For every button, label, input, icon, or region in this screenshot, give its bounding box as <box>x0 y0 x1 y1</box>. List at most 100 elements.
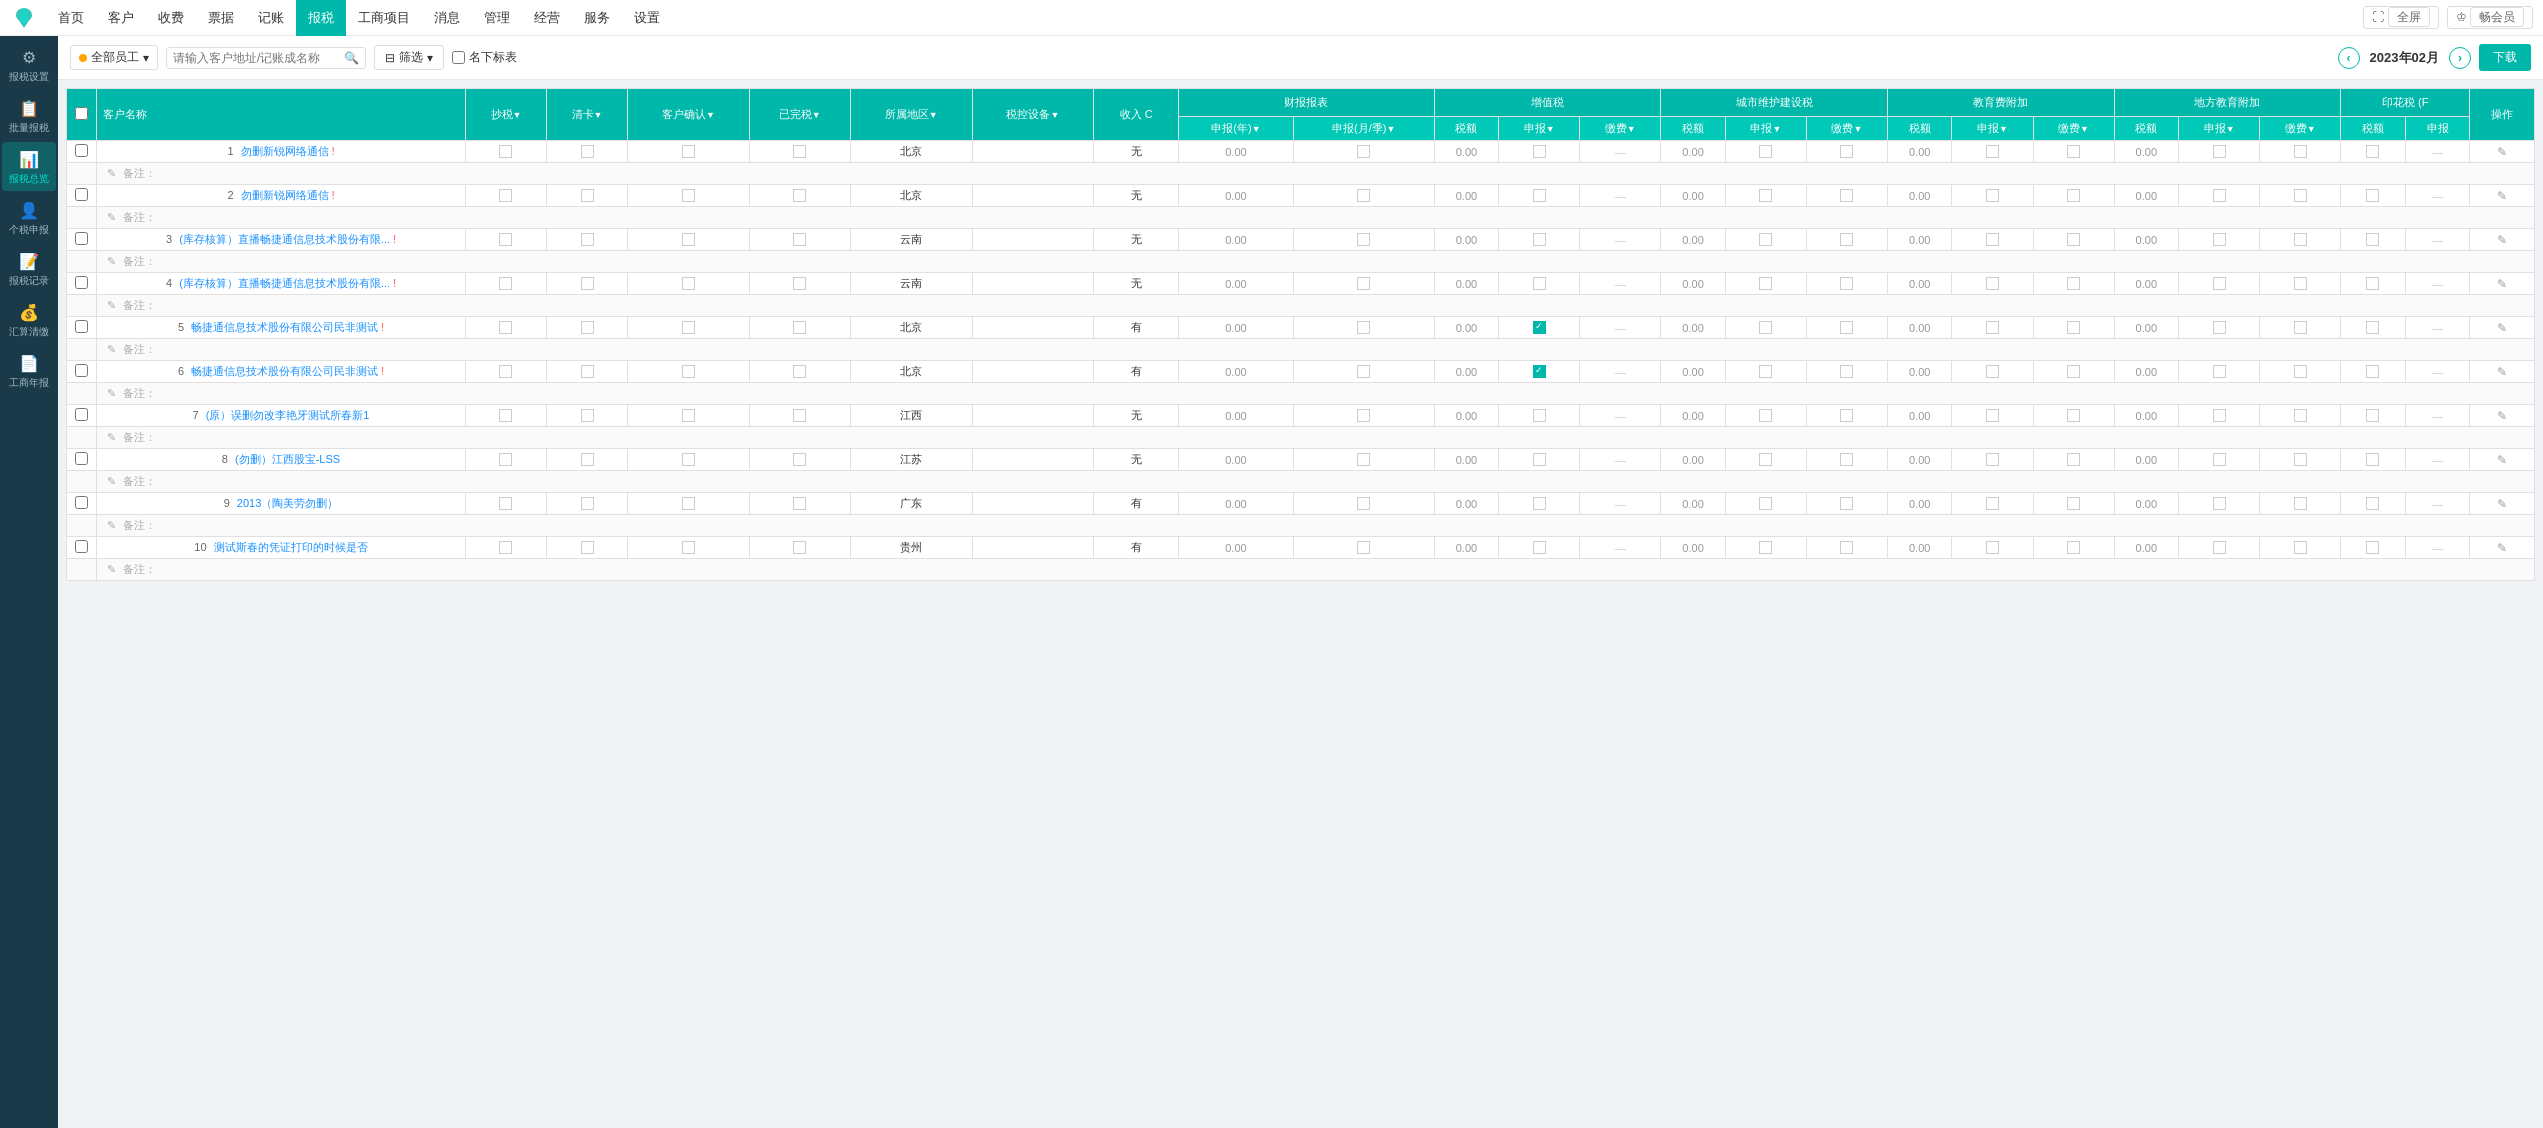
local-edu-declare-cb[interactable] <box>2213 453 2226 466</box>
tax-paid-checkbox[interactable] <box>793 365 806 378</box>
tax-paid-checkbox[interactable] <box>793 409 806 422</box>
edu-declare-cb[interactable] <box>1986 321 1999 334</box>
row-checkbox-1[interactable] <box>75 188 88 201</box>
edu-pay-cb[interactable] <box>2067 233 2080 246</box>
row-checkbox-6[interactable] <box>75 408 88 421</box>
city-pay-cb[interactable] <box>1840 145 1853 158</box>
stamp-amount-cb[interactable] <box>2366 145 2379 158</box>
customer-link[interactable]: (库存核算）直播畅捷通信息技术股份有限... <box>179 233 390 245</box>
note-edit-icon[interactable]: ✎ <box>107 519 116 531</box>
nav-customer[interactable]: 客户 <box>96 0 146 36</box>
edu-pay-cb[interactable] <box>2067 189 2080 202</box>
edit-icon[interactable]: ✎ <box>2497 321 2507 335</box>
edit-icon[interactable]: ✎ <box>2497 145 2507 159</box>
edit-icon[interactable]: ✎ <box>2497 277 2507 291</box>
local-edu-declare-cb[interactable] <box>2213 145 2226 158</box>
city-declare-cb[interactable] <box>1759 453 1772 466</box>
stamp-amount-cb[interactable] <box>2366 321 2379 334</box>
local-edu-pay-cb[interactable] <box>2294 453 2307 466</box>
fin-month-cb[interactable] <box>1357 233 1370 246</box>
clear-card-checkbox[interactable] <box>581 497 594 510</box>
local-edu-pay-cb[interactable] <box>2294 497 2307 510</box>
edit-icon[interactable]: ✎ <box>2497 541 2507 555</box>
edit-icon[interactable]: ✎ <box>2497 365 2507 379</box>
vat-declare-cb[interactable] <box>1533 409 1546 422</box>
city-declare-cb[interactable] <box>1759 409 1772 422</box>
row-checkbox-0[interactable] <box>75 144 88 157</box>
nav-management[interactable]: 管理 <box>472 0 522 36</box>
vat-declare-cb[interactable] <box>1533 453 1546 466</box>
clear-card-checkbox[interactable] <box>581 365 594 378</box>
customer-link[interactable]: 测试斯春的凭证打印的时候是否 <box>214 541 368 553</box>
customer-link[interactable]: 畅捷通信息技术股份有限公司民非测试 <box>191 321 378 333</box>
copy-tax-checkbox[interactable] <box>499 145 512 158</box>
stamp-amount-cb[interactable] <box>2366 409 2379 422</box>
row-checkbox-4[interactable] <box>75 320 88 333</box>
customer-link[interactable]: 勿删新锐网络通信 <box>241 145 329 157</box>
edu-pay-cb[interactable] <box>2067 277 2080 290</box>
nav-service[interactable]: 服务 <box>572 0 622 36</box>
row-checkbox-2[interactable] <box>75 232 88 245</box>
prev-month-btn[interactable]: ‹ <box>2338 47 2360 69</box>
stamp-amount-cb[interactable] <box>2366 365 2379 378</box>
tax-paid-checkbox[interactable] <box>793 233 806 246</box>
stamp-amount-cb[interactable] <box>2366 189 2379 202</box>
filter-button[interactable]: ⊟ 筛选 ▾ <box>374 45 444 70</box>
nav-invoice[interactable]: 票据 <box>196 0 246 36</box>
tax-paid-checkbox[interactable] <box>793 541 806 554</box>
vat-declare-cb[interactable] <box>1533 497 1546 510</box>
fin-month-cb[interactable] <box>1357 497 1370 510</box>
vip-btn[interactable]: ♔ 畅会员 <box>2447 6 2533 29</box>
nav-tax[interactable]: 报税 <box>296 0 346 36</box>
clear-card-checkbox[interactable] <box>581 145 594 158</box>
select-all-checkbox[interactable] <box>75 107 88 120</box>
copy-tax-checkbox[interactable] <box>499 189 512 202</box>
edu-declare-cb[interactable] <box>1986 453 1999 466</box>
copy-tax-checkbox[interactable] <box>499 541 512 554</box>
customer-link[interactable]: 勿删新锐网络通信 <box>241 189 329 201</box>
nav-business[interactable]: 工商项目 <box>346 0 422 36</box>
local-edu-pay-cb[interactable] <box>2294 321 2307 334</box>
download-button[interactable]: 下载 <box>2479 44 2531 71</box>
edu-declare-cb[interactable] <box>1986 233 1999 246</box>
confirm-checkbox[interactable] <box>682 541 695 554</box>
customer-link[interactable]: 2013（陶美劳勿删） <box>237 497 338 509</box>
customer-link[interactable]: 畅捷通信息技术股份有限公司民非测试 <box>191 365 378 377</box>
city-pay-cb[interactable] <box>1840 409 1853 422</box>
sidebar-item-annual-clear[interactable]: 💰 汇算清缴 <box>2 295 56 344</box>
copy-tax-checkbox[interactable] <box>499 453 512 466</box>
edit-icon[interactable]: ✎ <box>2497 453 2507 467</box>
sidebar-item-personal-tax[interactable]: 👤 个税申报 <box>2 193 56 242</box>
edu-pay-cb[interactable] <box>2067 321 2080 334</box>
vat-declare-cb[interactable] <box>1533 365 1546 378</box>
vat-declare-cb[interactable] <box>1533 233 1546 246</box>
edu-pay-cb[interactable] <box>2067 409 2080 422</box>
tax-paid-checkbox[interactable] <box>793 277 806 290</box>
sidebar-item-tax-records[interactable]: 📝 报税记录 <box>2 244 56 293</box>
stamp-amount-cb[interactable] <box>2366 497 2379 510</box>
local-edu-pay-cb[interactable] <box>2294 145 2307 158</box>
city-pay-cb[interactable] <box>1840 497 1853 510</box>
edu-pay-cb[interactable] <box>2067 541 2080 554</box>
edit-icon[interactable]: ✎ <box>2497 497 2507 511</box>
local-edu-declare-cb[interactable] <box>2213 277 2226 290</box>
city-declare-cb[interactable] <box>1759 145 1772 158</box>
edu-declare-cb[interactable] <box>1986 409 1999 422</box>
city-declare-cb[interactable] <box>1759 189 1772 202</box>
local-edu-pay-cb[interactable] <box>2294 365 2307 378</box>
clear-card-checkbox[interactable] <box>581 189 594 202</box>
local-edu-pay-cb[interactable] <box>2294 541 2307 554</box>
row-checkbox-5[interactable] <box>75 364 88 377</box>
row-checkbox-8[interactable] <box>75 496 88 509</box>
edit-icon[interactable]: ✎ <box>2497 233 2507 247</box>
local-edu-pay-cb[interactable] <box>2294 233 2307 246</box>
confirm-checkbox[interactable] <box>682 189 695 202</box>
confirm-checkbox[interactable] <box>682 497 695 510</box>
my-accounts-checkbox[interactable] <box>452 51 465 64</box>
note-edit-icon[interactable]: ✎ <box>107 211 116 223</box>
row-checkbox-7[interactable] <box>75 452 88 465</box>
city-pay-cb[interactable] <box>1840 189 1853 202</box>
tax-paid-checkbox[interactable] <box>793 453 806 466</box>
nav-settings[interactable]: 设置 <box>622 0 672 36</box>
local-edu-pay-cb[interactable] <box>2294 409 2307 422</box>
